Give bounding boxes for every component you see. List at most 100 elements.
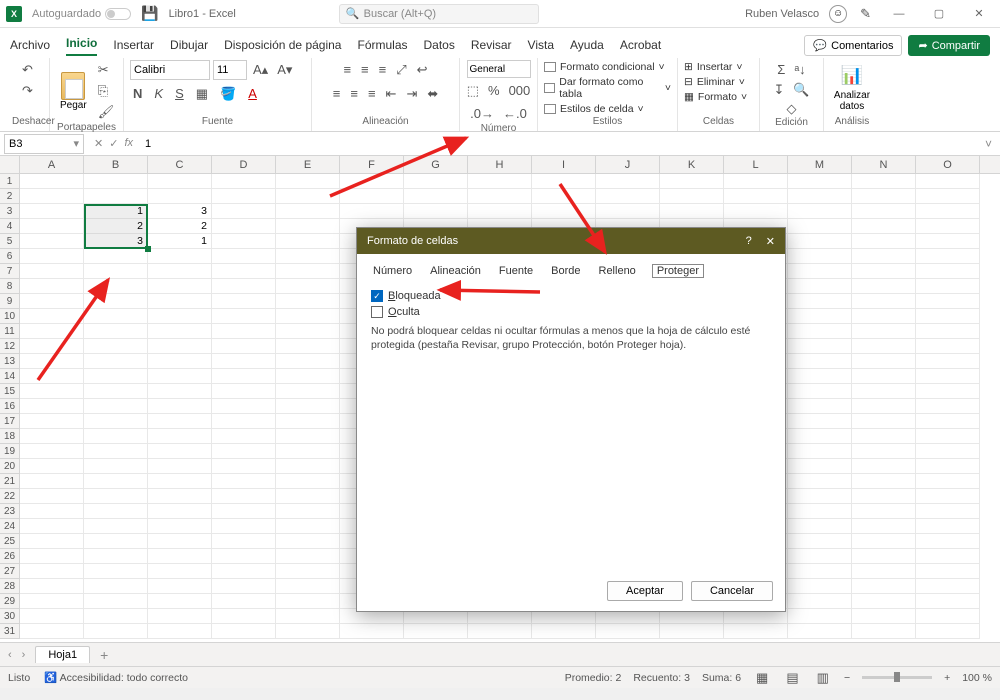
align-bot-icon[interactable]: ≡ bbox=[376, 60, 390, 80]
row-header-29[interactable]: 29 bbox=[0, 594, 19, 609]
tab-formulas[interactable]: Fórmulas bbox=[357, 34, 407, 56]
fx-icon[interactable]: fx bbox=[124, 137, 133, 150]
minimize-button[interactable]: — bbox=[884, 8, 914, 20]
row-header-27[interactable]: 27 bbox=[0, 564, 19, 579]
sheet-tab-hoja1[interactable]: Hoja1 bbox=[35, 646, 90, 663]
row-header-1[interactable]: 1 bbox=[0, 174, 19, 189]
tab-insertar[interactable]: Insertar bbox=[113, 34, 154, 56]
delete-cells-button[interactable]: ⊟ Eliminar ˅ bbox=[684, 75, 745, 89]
cell-C4[interactable]: 2 bbox=[148, 219, 210, 234]
row-header-16[interactable]: 16 bbox=[0, 399, 19, 414]
col-header-I[interactable]: I bbox=[532, 156, 596, 173]
format-painter-icon[interactable]: 🖌 bbox=[95, 102, 118, 122]
row-header-15[interactable]: 15 bbox=[0, 384, 19, 399]
col-header-H[interactable]: H bbox=[468, 156, 532, 173]
cell-C3[interactable]: 3 bbox=[148, 204, 210, 219]
row-header-11[interactable]: 11 bbox=[0, 324, 19, 339]
dec-decimal-icon[interactable]: ←.0 bbox=[500, 104, 530, 123]
cell-B4[interactable]: 2 bbox=[84, 219, 146, 234]
row-header-26[interactable]: 26 bbox=[0, 549, 19, 564]
autosum-icon[interactable]: Σ bbox=[774, 60, 788, 79]
row-header-19[interactable]: 19 bbox=[0, 444, 19, 459]
col-header-A[interactable]: A bbox=[20, 156, 84, 173]
col-header-L[interactable]: L bbox=[724, 156, 788, 173]
checkbox-icon[interactable] bbox=[371, 306, 383, 318]
font-color-icon[interactable]: A bbox=[245, 84, 260, 104]
new-sheet-icon[interactable]: + bbox=[100, 647, 108, 663]
paste-button[interactable]: Pegar bbox=[56, 70, 91, 113]
italic-icon[interactable]: K bbox=[151, 84, 166, 104]
row-header-31[interactable]: 31 bbox=[0, 624, 19, 639]
dlg-tab-borde[interactable]: Borde bbox=[549, 264, 582, 278]
dlg-tab-numero[interactable]: Número bbox=[371, 264, 414, 278]
percent-icon[interactable]: % bbox=[485, 81, 503, 101]
row-header-4[interactable]: 4 bbox=[0, 219, 19, 234]
tab-disposicion[interactable]: Disposición de página bbox=[224, 34, 341, 56]
dlg-tab-relleno[interactable]: Relleno bbox=[597, 264, 638, 278]
zoom-in-icon[interactable]: + bbox=[944, 672, 950, 684]
cancel-formula-icon[interactable]: ✕ bbox=[94, 137, 103, 150]
cell-C5[interactable]: 1 bbox=[148, 234, 210, 249]
row-header-5[interactable]: 5 bbox=[0, 234, 19, 249]
undo-icon[interactable]: ↶ bbox=[19, 60, 36, 80]
accept-button[interactable]: Aceptar bbox=[607, 581, 683, 601]
tab-datos[interactable]: Datos bbox=[424, 34, 455, 56]
next-sheet-icon[interactable]: › bbox=[22, 649, 26, 661]
cell-B3[interactable]: 1 bbox=[84, 204, 146, 219]
row-header-3[interactable]: 3 bbox=[0, 204, 19, 219]
format-as-table-button[interactable]: Dar formato como tabla ˅ bbox=[544, 75, 671, 101]
column-headers[interactable]: ABCDEFGHIJKLMNO bbox=[20, 156, 1000, 174]
sort-icon[interactable]: ᵃ↓ bbox=[791, 60, 808, 79]
col-header-G[interactable]: G bbox=[404, 156, 468, 173]
find-icon[interactable]: 🔍 bbox=[790, 80, 812, 100]
align-center-icon[interactable]: ≡ bbox=[347, 84, 361, 104]
currency-icon[interactable]: ⬚ bbox=[464, 81, 482, 101]
merge-icon[interactable]: ⬌ bbox=[424, 84, 441, 104]
checkbox-checked-icon[interactable]: ✓ bbox=[371, 290, 383, 302]
fill-icon[interactable]: ↧ bbox=[770, 80, 787, 100]
border-icon[interactable]: ▦ bbox=[193, 84, 211, 104]
prev-sheet-icon[interactable]: ‹ bbox=[8, 649, 12, 661]
row-headers[interactable]: 1234567891011121314151617181920212223242… bbox=[0, 174, 20, 639]
increase-font-icon[interactable]: A▴ bbox=[250, 60, 271, 80]
redo-icon[interactable]: ↷ bbox=[19, 81, 36, 101]
font-size-select[interactable] bbox=[213, 60, 247, 80]
row-header-18[interactable]: 18 bbox=[0, 429, 19, 444]
fill-color-icon[interactable]: 🪣 bbox=[217, 84, 239, 104]
enter-formula-icon[interactable]: ✓ bbox=[109, 137, 118, 150]
col-header-M[interactable]: M bbox=[788, 156, 852, 173]
col-header-E[interactable]: E bbox=[276, 156, 340, 173]
autosave-toggle[interactable]: Autoguardado bbox=[32, 8, 131, 20]
col-header-F[interactable]: F bbox=[340, 156, 404, 173]
row-header-25[interactable]: 25 bbox=[0, 534, 19, 549]
clear-icon[interactable]: ◇ bbox=[784, 99, 800, 118]
wrap-text-icon[interactable]: ↩ bbox=[414, 60, 431, 80]
dlg-tab-fuente[interactable]: Fuente bbox=[497, 264, 535, 278]
col-header-K[interactable]: K bbox=[660, 156, 724, 173]
align-top-icon[interactable]: ≡ bbox=[340, 60, 354, 80]
conditional-format-button[interactable]: Formato condicional ˅ bbox=[544, 60, 665, 74]
orientation-icon[interactable]: ⤢ bbox=[393, 60, 409, 80]
indent-inc-icon[interactable]: ⇥ bbox=[403, 84, 420, 104]
pencil-icon[interactable]: ✎ bbox=[857, 4, 874, 24]
tab-dibujar[interactable]: Dibujar bbox=[170, 34, 208, 56]
status-accessibility[interactable]: ♿ Accesibilidad: todo correcto bbox=[44, 671, 188, 684]
col-header-C[interactable]: C bbox=[148, 156, 212, 173]
toggle-off-icon[interactable] bbox=[105, 8, 131, 20]
align-right-icon[interactable]: ≡ bbox=[365, 84, 379, 104]
copy-icon[interactable]: ⎘ bbox=[95, 81, 118, 101]
expand-formula-icon[interactable]: ˅ bbox=[977, 137, 1000, 151]
row-header-28[interactable]: 28 bbox=[0, 579, 19, 594]
row-header-13[interactable]: 13 bbox=[0, 354, 19, 369]
row-header-2[interactable]: 2 bbox=[0, 189, 19, 204]
name-box[interactable]: B3▾ bbox=[4, 134, 84, 154]
tab-revisar[interactable]: Revisar bbox=[471, 34, 512, 56]
indent-dec-icon[interactable]: ⇤ bbox=[383, 84, 400, 104]
row-header-21[interactable]: 21 bbox=[0, 474, 19, 489]
formula-input[interactable]: 1 bbox=[139, 138, 977, 150]
tab-acrobat[interactable]: Acrobat bbox=[620, 34, 661, 56]
thousands-icon[interactable]: 000 bbox=[506, 81, 534, 101]
comments-button[interactable]: 💬 Comentarios bbox=[804, 35, 902, 56]
view-page-icon[interactable]: ▤ bbox=[783, 668, 801, 688]
close-button[interactable]: ✕ bbox=[964, 7, 994, 20]
